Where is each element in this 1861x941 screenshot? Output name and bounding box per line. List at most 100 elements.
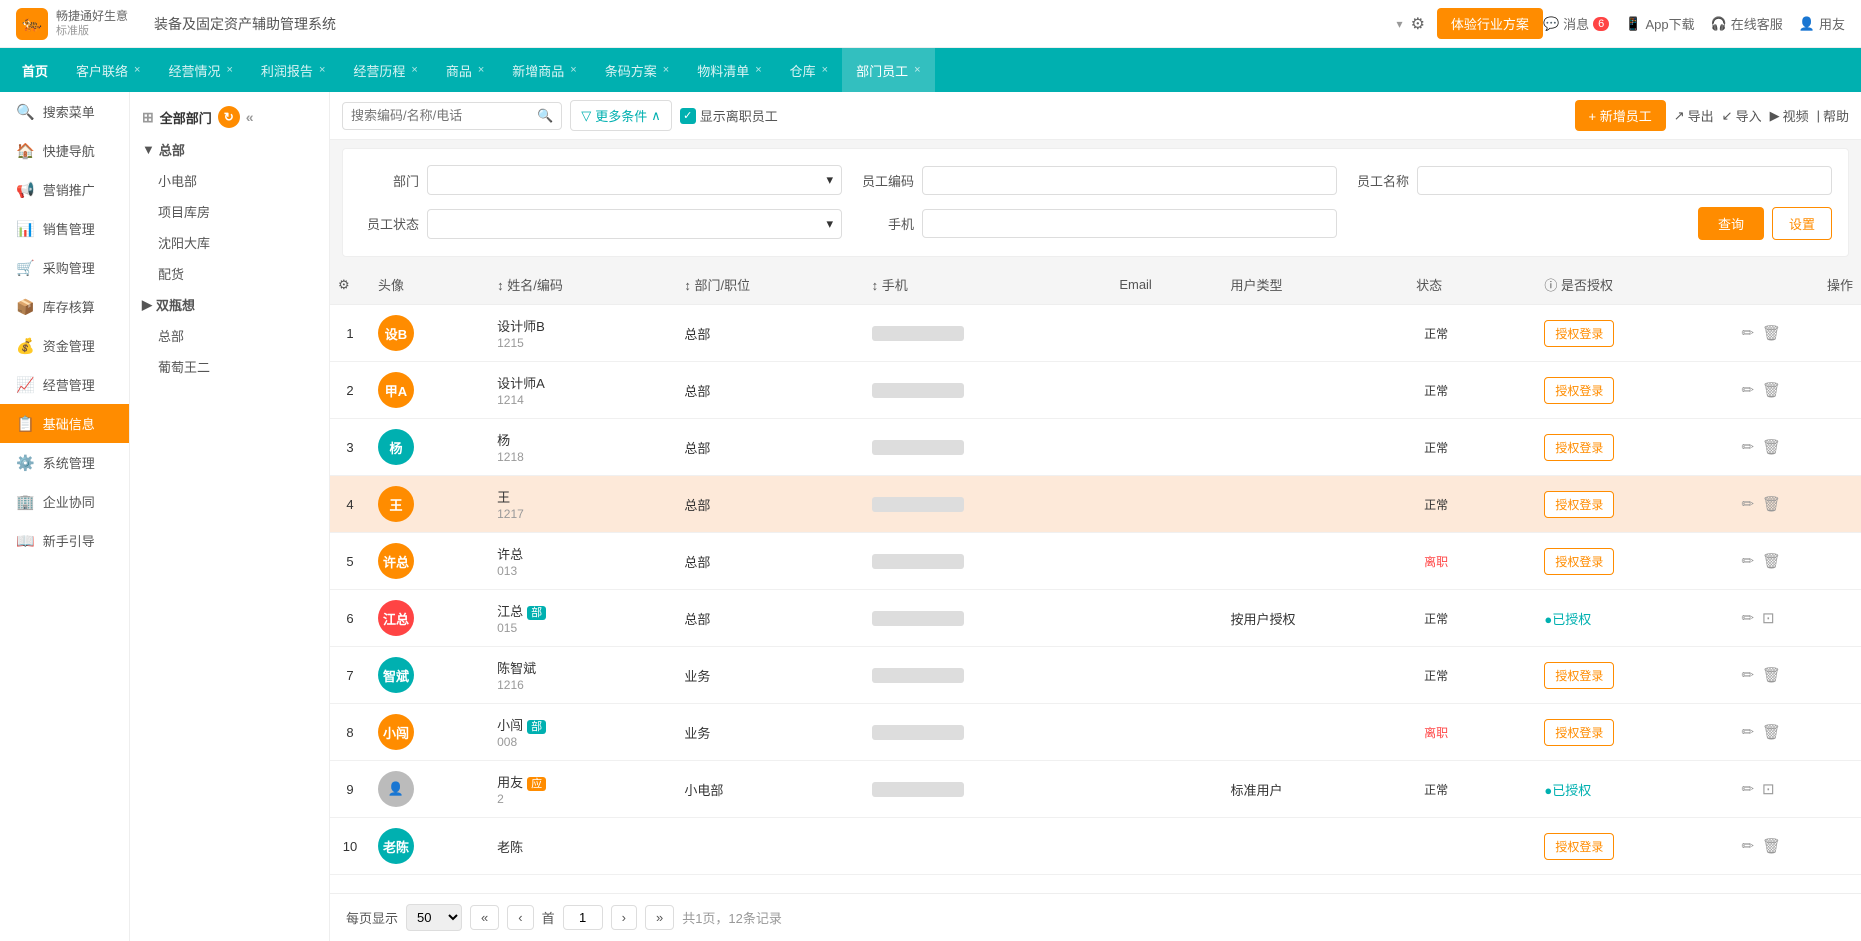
edit-icon[interactable]: ✏ — [1741, 495, 1754, 513]
sidebar-item-guide[interactable]: 📖 新手引导 — [0, 521, 129, 560]
delete-icon[interactable]: 🗑 — [1762, 837, 1781, 855]
sidebar-item-ops[interactable]: 📈 经营管理 — [0, 365, 129, 404]
tab-new-goods[interactable]: 新增商品 × — [498, 48, 590, 92]
more-filter-btn[interactable]: ▽ 更多条件 ∧ — [570, 100, 672, 131]
edit-icon[interactable]: ✏ — [1741, 723, 1754, 741]
sidebar-item-sales[interactable]: 📊 销售管理 — [0, 209, 129, 248]
copy-icon[interactable]: ⊡ — [1762, 780, 1775, 798]
delete-icon[interactable]: 🗑 — [1762, 495, 1781, 513]
col-settings[interactable]: ⚙ — [330, 265, 370, 305]
import-btn[interactable]: ↙ 导入 — [1722, 106, 1762, 125]
auth-login-btn[interactable]: 授权登录 — [1544, 377, 1614, 404]
dept-collapse-btn[interactable]: « — [246, 109, 254, 125]
add-emp-btn[interactable]: + 新增员工 — [1575, 100, 1666, 131]
help-btn[interactable]: | 帮助 — [1817, 106, 1849, 125]
app-download-btn[interactable]: 📱 App下载 — [1625, 14, 1694, 33]
edit-icon[interactable]: ✏ — [1741, 324, 1754, 342]
tab-dept-emp[interactable]: 部门员工 × — [842, 48, 934, 92]
dept-item-peihuo[interactable]: 配货 — [130, 258, 329, 289]
sidebar-item-marketing[interactable]: 📢 营销推广 — [0, 170, 129, 209]
sidebar-item-purchase[interactable]: 🛒 采购管理 — [0, 248, 129, 287]
dropdown-arrow[interactable]: ▾ — [1397, 17, 1403, 31]
sidebar-item-finance[interactable]: 💰 资金管理 — [0, 326, 129, 365]
row-status: 正常 — [1408, 476, 1536, 533]
phone-input[interactable] — [922, 209, 1337, 238]
copy-icon[interactable]: ⊡ — [1762, 609, 1775, 627]
trial-btn[interactable]: 体验行业方案 — [1437, 8, 1543, 39]
delete-icon[interactable]: 🗑 — [1762, 324, 1781, 342]
dept-item-zongbu2[interactable]: 总部 — [130, 320, 329, 351]
tab-barcode[interactable]: 条码方案 × — [591, 48, 683, 92]
dept-item-putao[interactable]: 葡萄王二 — [130, 351, 329, 382]
last-page-btn[interactable]: » — [645, 905, 674, 930]
sidebar-item-system[interactable]: ⚙️ 系统管理 — [0, 443, 129, 482]
set-btn[interactable]: 设置 — [1772, 207, 1832, 240]
tab-operations[interactable]: 经营情况 × — [154, 48, 246, 92]
dept-refresh-btn[interactable]: ↻ — [218, 106, 240, 128]
edit-icon[interactable]: ✏ — [1741, 780, 1754, 798]
tab-bom[interactable]: 物料清单 × — [683, 48, 775, 92]
delete-icon[interactable]: 🗑 — [1762, 552, 1781, 570]
tab-goods[interactable]: 商品 × — [432, 48, 498, 92]
emp-code-input[interactable] — [922, 166, 1337, 195]
auth-login-btn[interactable]: 授权登录 — [1544, 719, 1614, 746]
dept-item-kuifang[interactable]: 项目库房 — [130, 196, 329, 227]
row-auth: 授权登录 — [1536, 305, 1733, 362]
edit-icon[interactable]: ✏ — [1741, 609, 1754, 627]
first-page-btn[interactable]: « — [470, 905, 499, 930]
user-menu-btn[interactable]: 👤 用友 — [1799, 14, 1845, 33]
search-input[interactable] — [351, 108, 531, 123]
auth-login-btn[interactable]: 授权登录 — [1544, 833, 1614, 860]
col-dept[interactable]: ↕ 部门/职位 — [676, 265, 863, 305]
delete-icon[interactable]: 🗑 — [1762, 381, 1781, 399]
online-service-btn[interactable]: 🎧 在线客服 — [1711, 14, 1783, 33]
delete-icon[interactable]: 🗑 — [1762, 666, 1781, 684]
sidebar-item-basic[interactable]: 📋 基础信息 — [0, 404, 129, 443]
col-phone[interactable]: ↕ 手机 — [864, 265, 1112, 305]
next-page-btn[interactable]: › — [611, 905, 637, 930]
auth-login-btn[interactable]: 授权登录 — [1544, 662, 1614, 689]
export-btn[interactable]: ↗ 导出 — [1674, 106, 1714, 125]
dept-item-zongbu[interactable]: ▼ 总部 — [130, 134, 329, 165]
dept-item-shenyang[interactable]: 沈阳大库 — [130, 227, 329, 258]
query-btn[interactable]: 查询 — [1698, 207, 1764, 240]
edit-icon[interactable]: ✏ — [1741, 438, 1754, 456]
delete-icon[interactable]: 🗑 — [1762, 438, 1781, 456]
sidebar-item-search[interactable]: 🔍 搜索菜单 — [0, 92, 129, 131]
edit-icon[interactable]: ✏ — [1741, 666, 1754, 684]
adv-filter-panel: 部门 ▾ 员工编码 员工名称 员工 — [342, 148, 1849, 257]
auth-login-btn[interactable]: 授权登录 — [1544, 434, 1614, 461]
view-btn[interactable]: ▶ 视频 — [1770, 106, 1809, 125]
tab-history[interactable]: 经营历程 × — [339, 48, 431, 92]
emp-name-label: 员工名称 — [1349, 171, 1409, 190]
auth-login-btn[interactable]: 授权登录 — [1544, 548, 1614, 575]
col-auth: ⓘ 是否授权 — [1536, 265, 1733, 305]
tab-home[interactable]: 首页 — [8, 48, 62, 92]
tab-warehouse[interactable]: 仓库 × — [776, 48, 842, 92]
prev-page-btn[interactable]: ‹ — [507, 905, 533, 930]
dept-item-shuangping[interactable]: ▶ 双瓶想 — [130, 289, 329, 320]
sidebar-item-inventory[interactable]: 📦 库存核算 — [0, 287, 129, 326]
sidebar-item-shortcut[interactable]: 🏠 快捷导航 — [0, 131, 129, 170]
sidebar-item-enterprise[interactable]: 🏢 企业协同 — [0, 482, 129, 521]
emp-status-select[interactable]: ▾ — [427, 209, 842, 239]
message-btn[interactable]: 💬 消息 6 — [1543, 14, 1609, 33]
row-user-type — [1222, 533, 1408, 590]
tab-customer[interactable]: 客户联络 × — [62, 48, 154, 92]
col-name[interactable]: ↕ 姓名/编码 — [489, 265, 676, 305]
tab-profit[interactable]: 利润报告 × — [247, 48, 339, 92]
per-page-select[interactable]: 50 100 — [406, 904, 462, 931]
dept-select[interactable]: ▾ — [427, 165, 842, 195]
filter-search-box[interactable]: 🔍 — [342, 102, 562, 130]
edit-icon[interactable]: ✏ — [1741, 381, 1754, 399]
dept-item-xiaodian[interactable]: 小电部 — [130, 165, 329, 196]
auth-login-btn[interactable]: 授权登录 — [1544, 320, 1614, 347]
gear-icon[interactable]: ⚙ — [1411, 14, 1425, 34]
edit-icon[interactable]: ✏ — [1741, 837, 1754, 855]
delete-icon[interactable]: 🗑 — [1762, 723, 1781, 741]
emp-name-input[interactable] — [1417, 166, 1832, 195]
auth-login-btn[interactable]: 授权登录 — [1544, 491, 1614, 518]
page-input[interactable] — [563, 905, 603, 930]
edit-icon[interactable]: ✏ — [1741, 552, 1754, 570]
show-resigned-toggle[interactable]: ✓ 显示离职员工 — [680, 106, 778, 125]
